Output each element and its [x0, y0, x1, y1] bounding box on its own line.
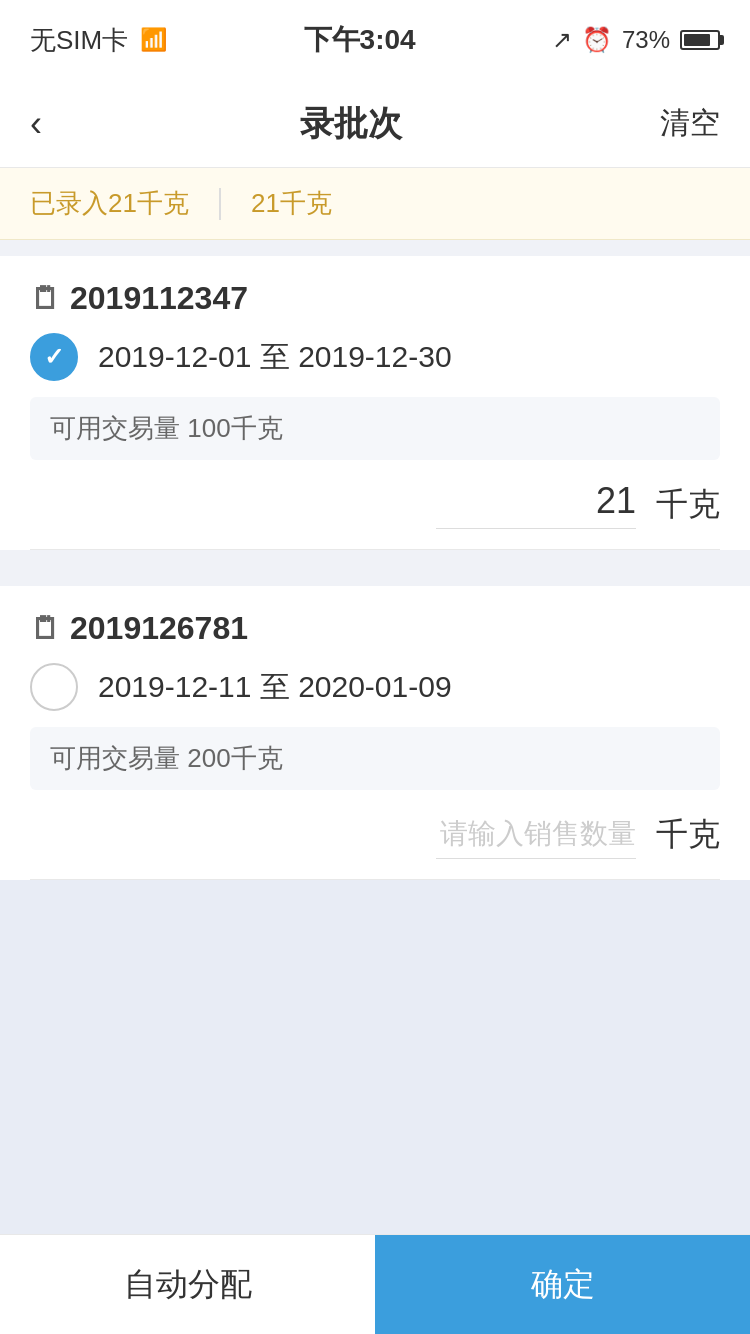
location-icon: ↗	[552, 26, 572, 54]
summary-bar: 已录入21千克 21千克	[0, 168, 750, 240]
batch-1-header: 🗒 2019112347	[30, 280, 720, 317]
batch-1-icon: 🗒	[30, 282, 60, 316]
batch-2-date: 2019-12-11 至 2020-01-09	[98, 667, 452, 708]
card-separator	[0, 550, 750, 570]
batch-2-icon: 🗒	[30, 612, 60, 646]
wifi-icon: 📶	[140, 27, 167, 53]
battery-percent: 73%	[622, 26, 670, 54]
summary-divider	[219, 188, 221, 220]
batch-1-id: 2019112347	[70, 280, 248, 317]
bottom-bar: 自动分配 确定	[0, 1234, 750, 1334]
carrier-label: 无SIM卡	[30, 23, 128, 58]
batch-2-available: 可用交易量 200千克	[30, 727, 720, 790]
batch-card-2: 🗒 2019126781 2019-12-11 至 2020-01-09 可用交…	[0, 586, 750, 880]
confirm-button[interactable]: 确定	[375, 1235, 750, 1334]
batch-1-unit: 千克	[656, 483, 720, 527]
batch-card-2-inner: 🗒 2019126781 2019-12-11 至 2020-01-09 可用交…	[0, 586, 750, 790]
clear-button[interactable]: 清空	[660, 103, 720, 144]
batch-2-header: 🗒 2019126781	[30, 610, 720, 647]
batch-1-date: 2019-12-01 至 2019-12-30	[98, 337, 452, 378]
back-button[interactable]: ‹	[30, 103, 42, 145]
recorded-label: 已录入21千克	[30, 186, 189, 221]
status-bar-right: ↗ ⏰ 73%	[552, 26, 720, 54]
alarm-icon: ⏰	[582, 26, 612, 54]
status-bar-time: 下午3:04	[304, 21, 416, 59]
batch-card-1-inner: 🗒 2019112347 2019-12-01 至 2019-12-30 可用交…	[0, 256, 750, 460]
batch-2-quantity-input[interactable]	[436, 810, 636, 859]
batch-1-available: 可用交易量 100千克	[30, 397, 720, 460]
battery-icon	[680, 30, 720, 50]
batch-2-id: 2019126781	[70, 610, 248, 647]
auto-distribute-button[interactable]: 自动分配	[0, 1235, 375, 1334]
batch-card-1: 🗒 2019112347 2019-12-01 至 2019-12-30 可用交…	[0, 256, 750, 550]
batch-2-unit: 千克	[656, 813, 720, 857]
batch-1-input-row: 千克	[0, 460, 750, 549]
page-title: 录批次	[300, 101, 402, 147]
batch-1-radio[interactable]	[30, 333, 78, 381]
summary-value: 21千克	[251, 186, 332, 221]
batch-1-quantity-input[interactable]	[436, 480, 636, 529]
status-bar-left: 无SIM卡 📶	[30, 23, 167, 58]
batch-2-input-row: 千克	[0, 790, 750, 879]
nav-bar: ‹ 录批次 清空	[0, 80, 750, 168]
status-bar: 无SIM卡 📶 下午3:04 ↗ ⏰ 73%	[0, 0, 750, 80]
batch-2-radio[interactable]	[30, 663, 78, 711]
batch-2-row[interactable]: 2019-12-11 至 2020-01-09	[30, 663, 720, 711]
batch-1-row[interactable]: 2019-12-01 至 2019-12-30	[30, 333, 720, 381]
